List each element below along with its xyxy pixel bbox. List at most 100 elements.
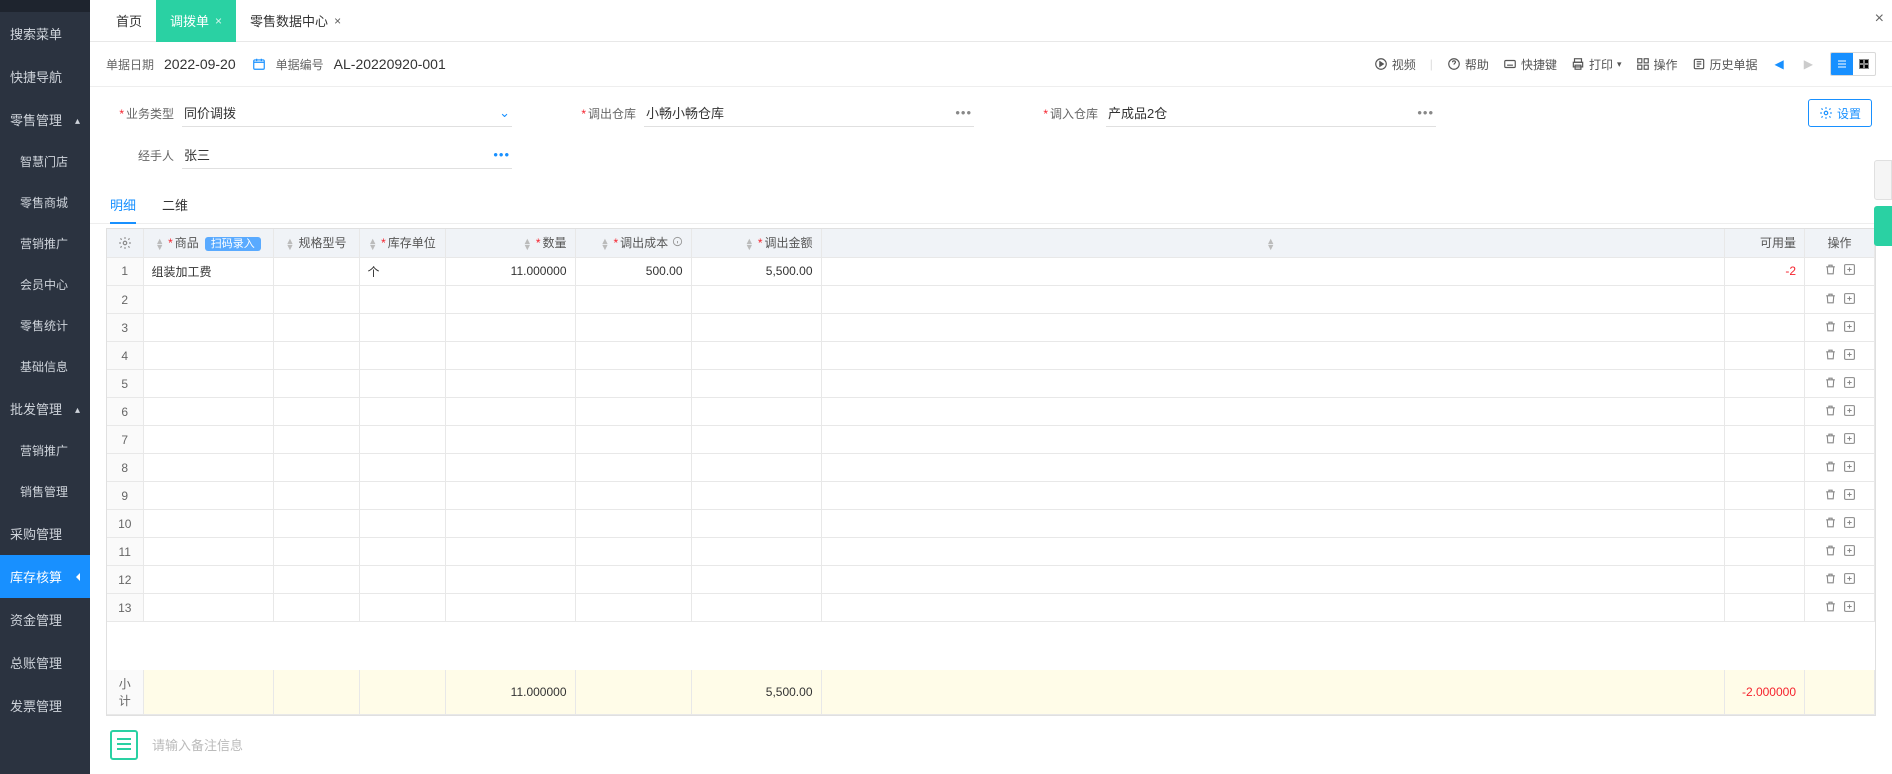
add-row-icon[interactable] xyxy=(1843,376,1856,389)
biz-type-field[interactable]: *业务类型 同价调拨 ⌄ xyxy=(110,99,512,127)
table-row[interactable]: 4 xyxy=(107,342,1875,370)
card-view-icon[interactable] xyxy=(1853,53,1875,75)
settings-button[interactable]: 设置 xyxy=(1808,99,1872,127)
table-row[interactable]: 13 xyxy=(107,594,1875,622)
add-row-icon[interactable] xyxy=(1843,544,1856,557)
add-row-icon[interactable] xyxy=(1843,348,1856,361)
sidebar-item-13[interactable]: 库存核算 xyxy=(0,555,90,598)
sort-icon[interactable]: ▲▼ xyxy=(1266,238,1275,250)
add-row-icon[interactable] xyxy=(1843,460,1856,473)
lookup-icon[interactable]: ••• xyxy=(493,147,510,162)
delete-row-icon[interactable] xyxy=(1824,348,1837,361)
col-blank[interactable]: ▲▼ xyxy=(821,229,1725,257)
cell-avail[interactable]: -2 xyxy=(1725,258,1805,286)
delete-row-icon[interactable] xyxy=(1824,460,1837,473)
sidebar-item-2[interactable]: 零售管理 xyxy=(0,98,90,141)
table-row[interactable]: 11 xyxy=(107,538,1875,566)
grid-body[interactable]: 1组装加工费个11.000000500.005,500.00-223456789… xyxy=(107,258,1875,671)
history-next-icon[interactable]: ▶ xyxy=(1801,57,1816,71)
help-link[interactable]: 帮助 xyxy=(1447,56,1489,73)
table-row[interactable]: 12 xyxy=(107,566,1875,594)
add-row-icon[interactable] xyxy=(1843,263,1856,276)
sort-icon[interactable]: ▲▼ xyxy=(745,238,754,250)
close-icon[interactable]: × xyxy=(334,14,341,28)
sidebar-item-4[interactable]: 零售商城 xyxy=(0,182,90,223)
list-view-icon[interactable] xyxy=(1831,53,1853,75)
col-product[interactable]: ▲▼*商品扫码录入 xyxy=(143,229,273,257)
add-row-icon[interactable] xyxy=(1843,572,1856,585)
table-row[interactable]: 7 xyxy=(107,426,1875,454)
sidebar-item-6[interactable]: 会员中心 xyxy=(0,264,90,305)
add-row-icon[interactable] xyxy=(1843,488,1856,501)
out-warehouse-field[interactable]: *调出仓库 小畅小畅仓库 ••• xyxy=(572,99,974,127)
table-row[interactable]: 10 xyxy=(107,510,1875,538)
close-icon[interactable]: × xyxy=(215,14,222,28)
sort-icon[interactable]: ▲▼ xyxy=(368,238,377,250)
delete-row-icon[interactable] xyxy=(1824,320,1837,333)
delete-row-icon[interactable] xyxy=(1824,516,1837,529)
grid-config-icon[interactable] xyxy=(107,229,143,257)
tab-0[interactable]: 首页 xyxy=(102,0,156,42)
lookup-icon[interactable]: ••• xyxy=(1417,105,1434,120)
sidebar-item-0[interactable]: 搜索菜单 xyxy=(0,12,90,55)
add-row-icon[interactable] xyxy=(1843,292,1856,305)
print-link[interactable]: 打印 ▾ xyxy=(1571,56,1622,73)
sidebar-item-10[interactable]: 营销推广 xyxy=(0,430,90,471)
scan-badge[interactable]: 扫码录入 xyxy=(205,237,261,251)
in-warehouse-field[interactable]: *调入仓库 产成品2仓 ••• xyxy=(1034,99,1436,127)
table-row[interactable]: 8 xyxy=(107,454,1875,482)
table-row[interactable]: 2 xyxy=(107,286,1875,314)
table-row[interactable]: 9 xyxy=(107,482,1875,510)
col-qty[interactable]: ▲▼*数量 xyxy=(445,229,575,257)
delete-row-icon[interactable] xyxy=(1824,263,1837,276)
sidebar-item-1[interactable]: 快捷导航 xyxy=(0,55,90,98)
col-outamount[interactable]: ▲▼*调出金额 xyxy=(691,229,821,257)
sidebar-item-15[interactable]: 总账管理 xyxy=(0,641,90,684)
table-row[interactable]: 5 xyxy=(107,370,1875,398)
table-row[interactable]: 3 xyxy=(107,314,1875,342)
history-link[interactable]: 历史单据 xyxy=(1692,56,1758,73)
tab-2[interactable]: 零售数据中心× xyxy=(236,0,355,42)
sub-tab-1[interactable]: 二维 xyxy=(162,187,188,223)
sidebar-item-3[interactable]: 智慧门店 xyxy=(0,141,90,182)
add-row-icon[interactable] xyxy=(1843,600,1856,613)
sidebar-item-8[interactable]: 基础信息 xyxy=(0,346,90,387)
cell-unit[interactable]: 个 xyxy=(359,258,445,286)
table-row[interactable]: 6 xyxy=(107,398,1875,426)
add-row-icon[interactable] xyxy=(1843,432,1856,445)
sidebar-item-14[interactable]: 资金管理 xyxy=(0,598,90,641)
delete-row-icon[interactable] xyxy=(1824,404,1837,417)
video-link[interactable]: 视频 xyxy=(1374,56,1416,73)
col-outcost[interactable]: ▲▼*调出成本 xyxy=(575,229,691,257)
chevron-down-icon[interactable]: ⌄ xyxy=(499,105,510,121)
delete-row-icon[interactable] xyxy=(1824,544,1837,557)
col-avail[interactable]: 可用量 xyxy=(1725,229,1805,257)
delete-row-icon[interactable] xyxy=(1824,600,1837,613)
sort-icon[interactable]: ▲▼ xyxy=(155,238,164,250)
sort-icon[interactable]: ▲▼ xyxy=(523,238,532,250)
delete-row-icon[interactable] xyxy=(1824,572,1837,585)
col-unit[interactable]: ▲▼*库存单位 xyxy=(359,229,445,257)
info-icon[interactable] xyxy=(672,236,683,247)
close-all-tabs-icon[interactable]: × xyxy=(1875,10,1884,28)
rail-item[interactable] xyxy=(1874,160,1892,200)
rail-item-accent[interactable] xyxy=(1874,206,1892,246)
delete-row-icon[interactable] xyxy=(1824,432,1837,445)
note-icon[interactable] xyxy=(110,730,138,760)
ops-link[interactable]: 操作 xyxy=(1636,56,1678,73)
cell-outcost[interactable]: 500.00 xyxy=(575,258,691,286)
cell-product[interactable]: 组装加工费 xyxy=(143,258,273,286)
sidebar-item-5[interactable]: 营销推广 xyxy=(0,223,90,264)
lookup-icon[interactable]: ••• xyxy=(955,105,972,120)
sidebar-item-11[interactable]: 销售管理 xyxy=(0,471,90,512)
add-row-icon[interactable] xyxy=(1843,516,1856,529)
sort-icon[interactable]: ▲▼ xyxy=(286,238,295,250)
cell-spec[interactable] xyxy=(273,258,359,286)
delete-row-icon[interactable] xyxy=(1824,292,1837,305)
doc-date[interactable]: 2022-09-20 xyxy=(164,56,236,72)
tab-1[interactable]: 调拨单× xyxy=(156,0,236,42)
handler-field[interactable]: 经手人 张三 ••• xyxy=(110,141,512,169)
sidebar-item-9[interactable]: 批发管理 xyxy=(0,387,90,430)
add-row-icon[interactable] xyxy=(1843,404,1856,417)
sidebar-item-7[interactable]: 零售统计 xyxy=(0,305,90,346)
